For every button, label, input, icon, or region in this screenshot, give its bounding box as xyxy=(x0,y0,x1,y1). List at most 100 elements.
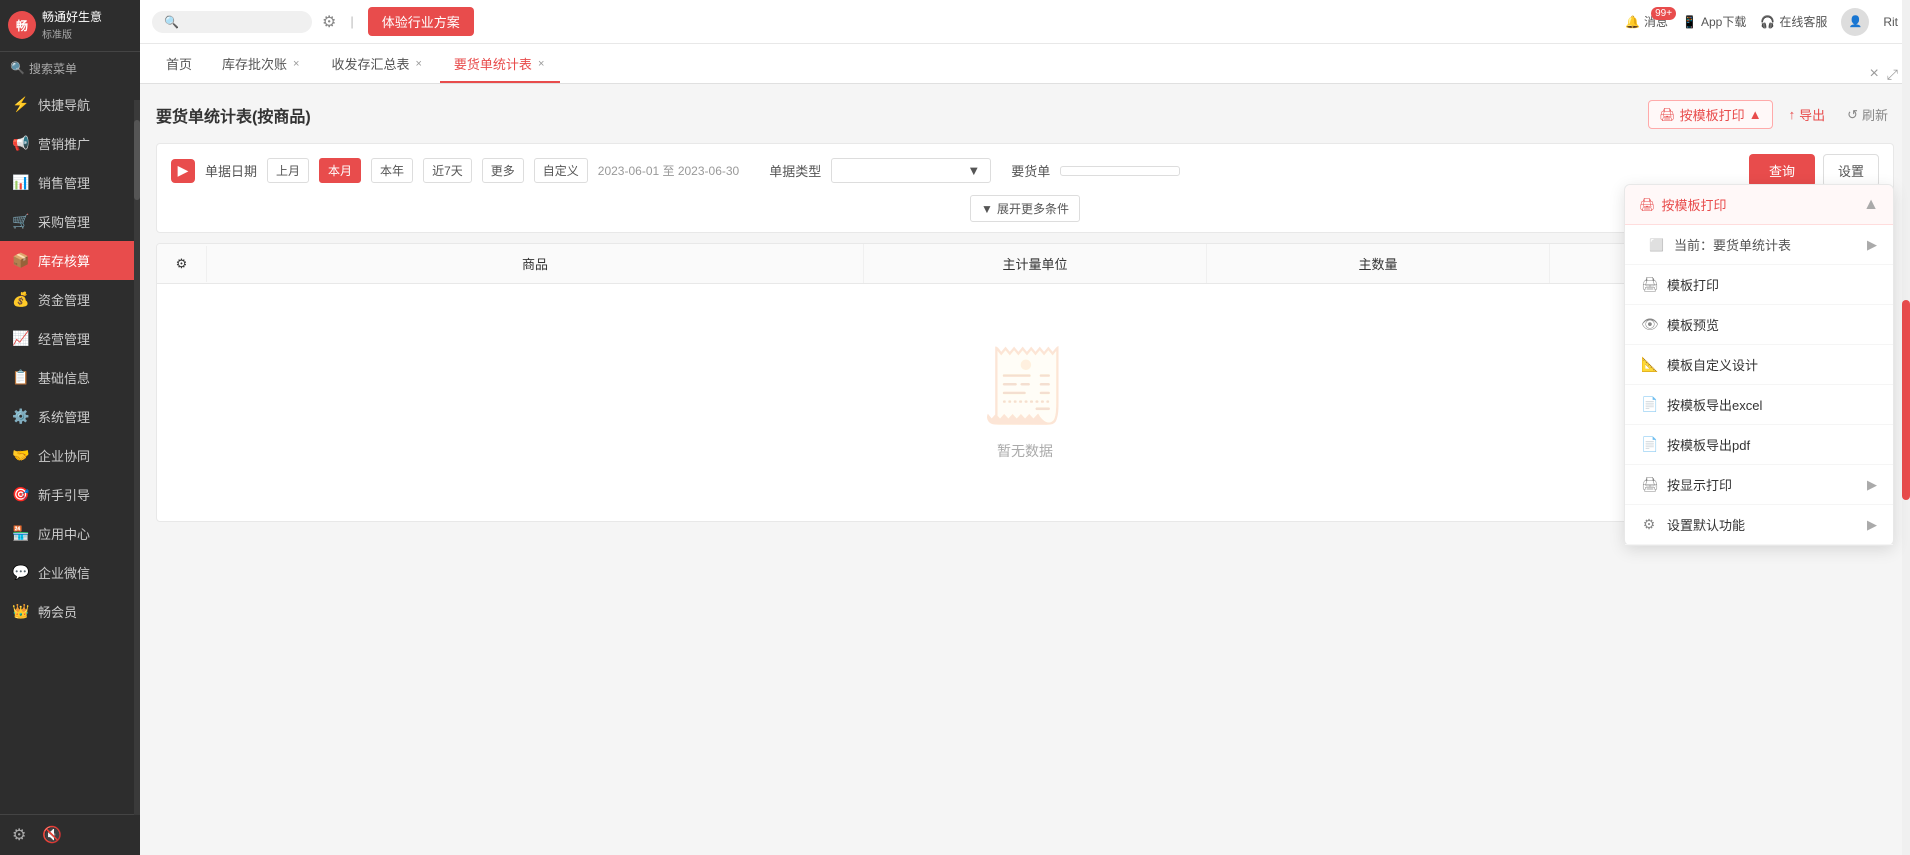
dropdown-template-preview[interactable]: 👁 模板预览 xyxy=(1625,305,1893,345)
sidebar-item-member[interactable]: 👑 畅会员 xyxy=(0,592,140,631)
system-icon: ⚙️ xyxy=(12,407,30,425)
sidebar-search[interactable]: 🔍 搜索菜单 xyxy=(0,52,140,85)
tab-order-summary[interactable]: 要货单统计表 × xyxy=(440,46,560,83)
col-goods: 商品 xyxy=(207,244,864,283)
col-quantity: 主数量 xyxy=(1207,244,1550,283)
topbar: 🔍 ⚙ | 体验行业方案 🔔 消息 99+ 📱 App下载 🎧 在线客服 👤 xyxy=(140,0,1910,44)
col-unit: 主计量单位 xyxy=(864,244,1207,283)
sidebar-item-inventory[interactable]: 📦 库存核算 xyxy=(0,241,140,280)
online-service-button[interactable]: 🎧 在线客服 xyxy=(1760,13,1827,30)
refresh-button[interactable]: ↺ 刷新 xyxy=(1841,101,1894,128)
close-window-icon[interactable]: × xyxy=(1869,65,1878,83)
chevron-down-icon: ▼ xyxy=(967,163,980,178)
sidebar: 畅 畅通好生意 标准版 🔍 搜索菜单 ⚡ 快捷导航 📢 营销推广 📊 销售管理 … xyxy=(0,0,140,855)
expand-window-icon[interactable]: ⤢ xyxy=(1887,66,1898,83)
more-date-btn[interactable]: 更多 xyxy=(482,158,524,183)
sidebar-item-label: 新手引导 xyxy=(38,485,90,504)
custom-date-btn[interactable]: 自定义 xyxy=(534,158,588,183)
sidebar-item-quicknav[interactable]: ⚡ 快捷导航 xyxy=(0,85,140,124)
this-month-btn[interactable]: 本月 xyxy=(319,158,361,183)
sidebar-item-basics[interactable]: 📋 基础信息 xyxy=(0,358,140,397)
marketing-icon: 📢 xyxy=(12,134,30,152)
chevron-right-icon: ▶ xyxy=(1867,237,1877,253)
trial-industry-button[interactable]: 体验行业方案 xyxy=(368,7,474,36)
mute-icon[interactable]: 🔇 xyxy=(42,825,62,845)
right-scrollbar[interactable] xyxy=(1902,0,1910,855)
export-icon: ↑ xyxy=(1789,107,1796,122)
settings-button[interactable]: 设置 xyxy=(1823,154,1879,187)
sidebar-item-sales[interactable]: 📊 销售管理 xyxy=(0,163,140,202)
right-scrollbar-thumb xyxy=(1902,300,1910,500)
dropdown-current-template[interactable]: ⬜ 当前：要货单统计表 ▶ xyxy=(1625,225,1893,265)
sidebar-item-corpwechat[interactable]: 💬 企业微信 xyxy=(0,553,140,592)
dropdown-template-custom[interactable]: 📐 模板自定义设计 xyxy=(1625,345,1893,385)
prev-month-btn[interactable]: 上月 xyxy=(267,158,309,183)
tab-home[interactable]: 首页 xyxy=(152,46,206,83)
app-logo: 畅 畅通好生意 标准版 xyxy=(0,0,140,52)
goods-filter-input[interactable] xyxy=(1060,166,1180,176)
sidebar-bottom: ⚙ 🔇 xyxy=(0,814,140,855)
tab-inventory-batch[interactable]: 库存批次账 × xyxy=(208,46,315,83)
sidebar-item-collab[interactable]: 🤝 企业协同 xyxy=(0,436,140,475)
dropdown-template-export-excel[interactable]: 📄 按模板导出excel xyxy=(1625,385,1893,425)
refresh-label: 刷新 xyxy=(1862,105,1888,124)
preview-icon: 👁 xyxy=(1641,316,1657,333)
tab-collection-summary[interactable]: 收发存汇总表 × xyxy=(317,46,437,83)
template-print-button[interactable]: 🖨 按模板打印 ▲ xyxy=(1648,100,1772,129)
sidebar-item-appstore[interactable]: 🏪 应用中心 xyxy=(0,514,140,553)
query-button[interactable]: 查询 xyxy=(1749,154,1815,187)
operations-icon: 📈 xyxy=(12,329,30,347)
appstore-icon: 🏪 xyxy=(12,524,30,542)
pdf-icon: 📄 xyxy=(1641,436,1657,453)
refresh-icon: ↺ xyxy=(1847,107,1858,123)
app-download-button[interactable]: 📱 App下载 xyxy=(1682,13,1746,30)
sidebar-item-label: 库存核算 xyxy=(38,251,90,270)
expand-down-icon: ▼ xyxy=(981,202,993,216)
export-button[interactable]: ↑ 导出 xyxy=(1783,101,1832,128)
tab-order-summary-close[interactable]: × xyxy=(536,58,546,70)
quicknav-icon: ⚡ xyxy=(12,95,30,113)
dropdown-template-print[interactable]: 🖨 模板打印 xyxy=(1625,265,1893,305)
filter-expand-icon[interactable]: ▶ xyxy=(171,159,195,183)
this-year-btn[interactable]: 本年 xyxy=(371,158,413,183)
member-icon: 👑 xyxy=(12,602,30,620)
col-settings[interactable]: ⚙ xyxy=(157,246,207,282)
tab-collection-summary-close[interactable]: × xyxy=(413,58,423,70)
messages-button[interactable]: 🔔 消息 99+ xyxy=(1625,13,1668,30)
search-icon: 🔍 xyxy=(164,15,179,29)
printer-icon: 🖨 xyxy=(1639,197,1656,213)
filter-row: ▶ 单据日期 上月 本月 本年 近7天 更多 自定义 2023-06-01 至 … xyxy=(171,154,1879,187)
sidebar-item-system[interactable]: ⚙️ 系统管理 xyxy=(0,397,140,436)
dropdown-display-print[interactable]: 🖨 按显示打印 ▶ xyxy=(1625,465,1893,505)
order-type-filter-label: 单据类型 xyxy=(769,161,821,180)
dropdown-close-icon[interactable]: ▲ xyxy=(1863,196,1879,214)
date-range-label: 2023-06-01 至 2023-06-30 xyxy=(598,162,739,179)
last-7days-btn[interactable]: 近7天 xyxy=(423,158,472,183)
user-avatar[interactable]: 👤 xyxy=(1841,8,1869,36)
dropdown-template-export-pdf[interactable]: 📄 按模板导出pdf xyxy=(1625,425,1893,465)
phone-icon: 📱 xyxy=(1682,15,1697,29)
search-icon: 🔍 xyxy=(10,61,25,75)
purchase-icon: 🛒 xyxy=(12,212,30,230)
expand-more-button[interactable]: ▼ 展开更多条件 xyxy=(970,195,1080,222)
expand-more-label: 展开更多条件 xyxy=(997,200,1069,217)
order-type-select[interactable]: ▼ xyxy=(831,158,991,183)
sidebar-item-operations[interactable]: 📈 经营管理 xyxy=(0,319,140,358)
sidebar-item-finance[interactable]: 💰 资金管理 xyxy=(0,280,140,319)
topbar-search[interactable]: 🔍 xyxy=(152,11,312,33)
sidebar-item-label: 系统管理 xyxy=(38,407,90,426)
sidebar-item-label: 应用中心 xyxy=(38,524,90,543)
template-custom-label: 模板自定义设计 xyxy=(1667,355,1758,374)
sidebar-item-purchase[interactable]: 🛒 采购管理 xyxy=(0,202,140,241)
page-header: 要货单统计表(按商品) 🖨 按模板打印 ▲ ↑ 导出 ↺ 刷新 xyxy=(156,100,1894,129)
dropdown-set-default[interactable]: ⚙ 设置默认功能 ▶ xyxy=(1625,505,1893,545)
topbar-gear-icon[interactable]: ⚙ xyxy=(322,12,336,32)
tab-inventory-batch-label: 库存批次账 xyxy=(222,54,287,73)
settings-icon[interactable]: ⚙ xyxy=(12,825,26,845)
template-preview-label: 模板预览 xyxy=(1667,315,1719,334)
sidebar-item-marketing[interactable]: 📢 营销推广 xyxy=(0,124,140,163)
tab-inventory-batch-close[interactable]: × xyxy=(291,58,301,70)
current-template-label: 当前：要货单统计表 xyxy=(1674,235,1791,254)
sidebar-item-newguide[interactable]: 🎯 新手引导 xyxy=(0,475,140,514)
sidebar-item-label: 基础信息 xyxy=(38,368,90,387)
